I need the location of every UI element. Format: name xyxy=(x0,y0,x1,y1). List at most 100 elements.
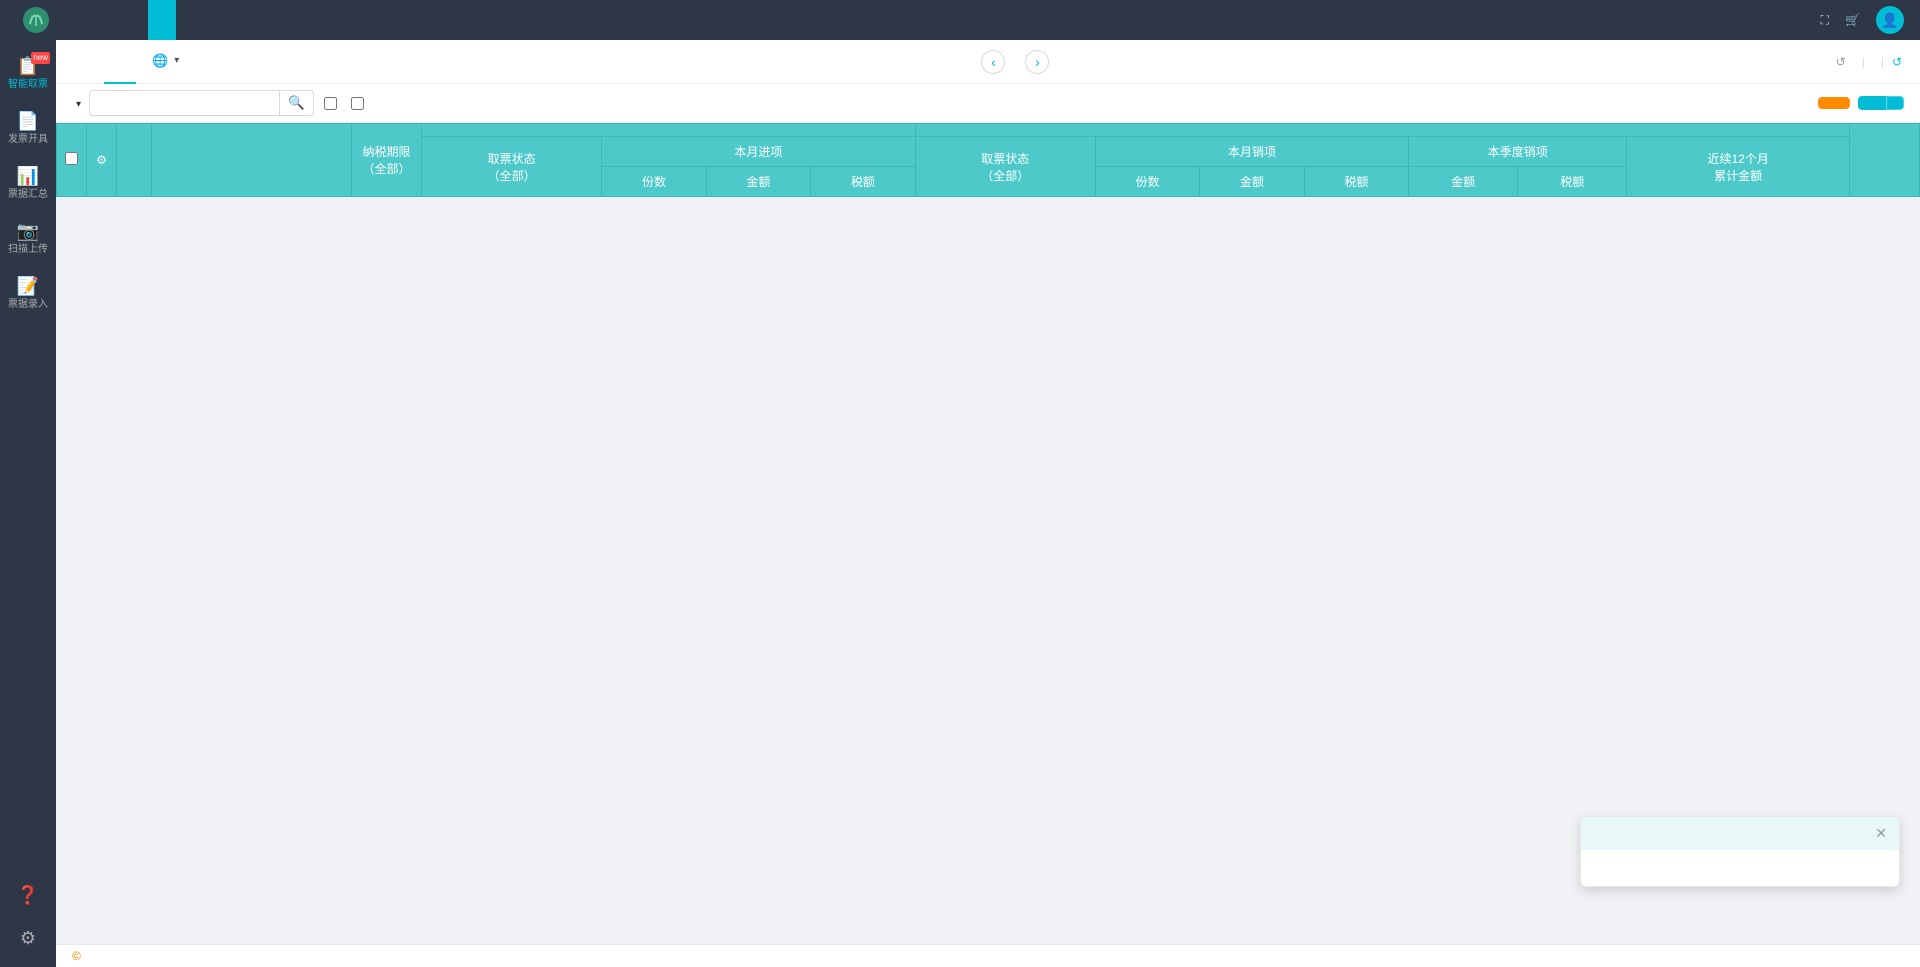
tab-all[interactable]: 🌐 ▾ xyxy=(136,40,195,84)
th-quarterly-sales: 本季度销项 xyxy=(1409,137,1627,167)
app-logo xyxy=(16,0,56,40)
refresh-btn-icon: ↺ xyxy=(1892,55,1902,69)
user-avatar[interactable]: 👤 xyxy=(1876,6,1904,34)
tab-general-taxpayer[interactable] xyxy=(72,40,104,84)
copyright-icon: © xyxy=(72,949,81,963)
notification-popup: ✕ xyxy=(1580,816,1900,887)
prev-month-button[interactable]: ‹ xyxy=(981,50,1005,74)
nav-invoice[interactable] xyxy=(148,0,176,40)
status-bar: © xyxy=(56,944,1920,967)
invoice-summary-icon: 📊 xyxy=(17,166,39,187)
tab-small-scale[interactable] xyxy=(104,40,136,84)
th-s-tax: 税额 xyxy=(1304,167,1408,197)
notification-close-button[interactable]: ✕ xyxy=(1875,825,1887,842)
sidebar-label-smart-invoice: 智能取票 xyxy=(8,79,48,91)
th-monthly-purchase: 本月进项 xyxy=(602,137,915,167)
invoice-entry-icon: 📝 xyxy=(17,276,39,297)
action-buttons xyxy=(1818,96,1904,110)
filter-row: ▾ 🔍 xyxy=(56,84,1920,122)
search-wrapper: 🔍 xyxy=(89,90,314,116)
th-num xyxy=(117,124,152,197)
refresh-icon: ↺ xyxy=(1836,55,1846,69)
refresh-link[interactable]: ↺ xyxy=(1892,55,1904,69)
th-config: ⚙ xyxy=(87,124,117,197)
nav-right: ⛶ 🛒 👤 xyxy=(1821,6,1904,34)
digital-account-button-group xyxy=(1858,96,1904,110)
fullscreen-icon: ⛶ xyxy=(1821,13,1829,28)
sub-nav: 🌐 ▾ ‹ › ↺ | | ↺ xyxy=(56,40,1920,84)
nav-management[interactable] xyxy=(288,0,316,40)
tax-disk-checkbox[interactable] xyxy=(351,97,364,110)
sidebar-label-invoice-entry: 票据录入 xyxy=(8,299,48,311)
nav-home[interactable] xyxy=(64,0,92,40)
nav-customer[interactable] xyxy=(92,0,120,40)
search-button[interactable]: 🔍 xyxy=(279,90,314,116)
dropdown-chevron-icon: ▾ xyxy=(174,55,179,66)
next-month-button[interactable]: › xyxy=(1025,50,1049,74)
th-action xyxy=(1850,124,1920,197)
bottom-settings-icon: ⚙ xyxy=(20,928,36,949)
sidebar: new 📋 智能取票 📄 发票开具 📊 票据汇总 📷 扫描上传 📝 票据录入 ❓… xyxy=(0,40,56,967)
employee-filter-select[interactable]: ▾ xyxy=(72,96,81,110)
globe-icon: 🌐 xyxy=(152,53,168,69)
fullscreen-button[interactable]: ⛶ xyxy=(1821,13,1833,28)
scan-upload-icon: 📷 xyxy=(17,221,39,242)
sidebar-item-scan-upload[interactable]: 📷 扫描上传 xyxy=(2,213,54,264)
tax-disk-checkbox-label[interactable] xyxy=(351,97,368,110)
sidebar-label-invoice-open: 发票开具 xyxy=(8,134,48,146)
th-sales-invoices xyxy=(915,124,1849,137)
date-navigation: ‹ › xyxy=(981,50,1049,74)
help-icon: ❓ xyxy=(17,885,39,906)
th-name[interactable] xyxy=(152,124,352,197)
nav-bookkeeping[interactable] xyxy=(176,0,204,40)
employee-filter-chevron: ▾ xyxy=(76,99,81,110)
nav-settings[interactable] xyxy=(372,0,400,40)
sidebar-item-help[interactable]: ❓ xyxy=(2,877,54,916)
th-s-amount: 金额 xyxy=(1200,167,1304,197)
th-checkbox xyxy=(57,124,87,197)
member-icon: 🛒 xyxy=(1845,13,1860,27)
ledger-checkbox[interactable] xyxy=(324,97,337,110)
sidebar-item-bottom-settings[interactable]: ⚙ xyxy=(2,920,54,959)
nav-tax[interactable] xyxy=(204,0,232,40)
search-input[interactable] xyxy=(89,90,279,116)
one-click-fetch-button[interactable] xyxy=(1818,97,1850,109)
notification-body xyxy=(1581,850,1899,874)
member-button[interactable]: 🛒 xyxy=(1845,13,1864,27)
th-p-num: 份数 xyxy=(602,167,706,197)
th-period[interactable]: 纳税期限 （全部） xyxy=(352,124,422,197)
select-all-checkbox[interactable] xyxy=(65,152,78,165)
th-p-tax: 税额 xyxy=(811,167,915,197)
notification-footer xyxy=(1581,874,1899,886)
th-p-status[interactable]: 取票状态（全部） xyxy=(422,137,602,197)
th-s-status[interactable]: 取票状态（全部） xyxy=(915,137,1095,197)
nav-message[interactable] xyxy=(260,0,288,40)
sidebar-item-invoice-summary[interactable]: 📊 票据汇总 xyxy=(2,158,54,209)
th-q-amount: 金额 xyxy=(1409,167,1518,197)
nav-business[interactable] xyxy=(232,0,260,40)
sidebar-label-invoice-summary: 票据汇总 xyxy=(8,189,48,201)
th-monthly-sales: 本月销项 xyxy=(1095,137,1408,167)
sidebar-item-invoice-entry[interactable]: 📝 票据录入 xyxy=(2,268,54,319)
nav-items xyxy=(64,0,1821,40)
digital-account-ops-dropdown[interactable] xyxy=(1886,96,1904,110)
config-icon[interactable]: ⚙ xyxy=(96,153,107,167)
data-table: ⚙ 纳税期限 （全部） 取票状态（全部） 本 xyxy=(56,123,1920,197)
digital-account-button[interactable] xyxy=(1858,96,1886,110)
sidebar-bottom: ❓ ⚙ xyxy=(2,877,54,959)
th-q-tax: 税额 xyxy=(1518,167,1627,197)
sidebar-item-invoice-open[interactable]: 📄 发票开具 xyxy=(2,103,54,154)
th-p-amount: 金额 xyxy=(706,167,810,197)
top-area: 🌐 ▾ ‹ › ↺ | | ↺ xyxy=(56,40,1920,123)
th-s-num: 份数 xyxy=(1095,167,1199,197)
nav-service[interactable] xyxy=(344,0,372,40)
sidebar-label-scan-upload: 扫描上传 xyxy=(8,244,48,256)
ledger-checkbox-label[interactable] xyxy=(324,97,341,110)
nav-operations[interactable] xyxy=(316,0,344,40)
toolbar-right-links: ↺ | | ↺ xyxy=(1836,55,1904,69)
sidebar-item-smart-invoice[interactable]: new 📋 智能取票 xyxy=(2,48,54,99)
invoice-open-icon: 📄 xyxy=(17,111,39,132)
nav-revenue[interactable] xyxy=(120,0,148,40)
tax-policy-link[interactable]: © xyxy=(72,949,85,963)
th-rolling12: 近续12个月累计金额 xyxy=(1627,137,1850,197)
